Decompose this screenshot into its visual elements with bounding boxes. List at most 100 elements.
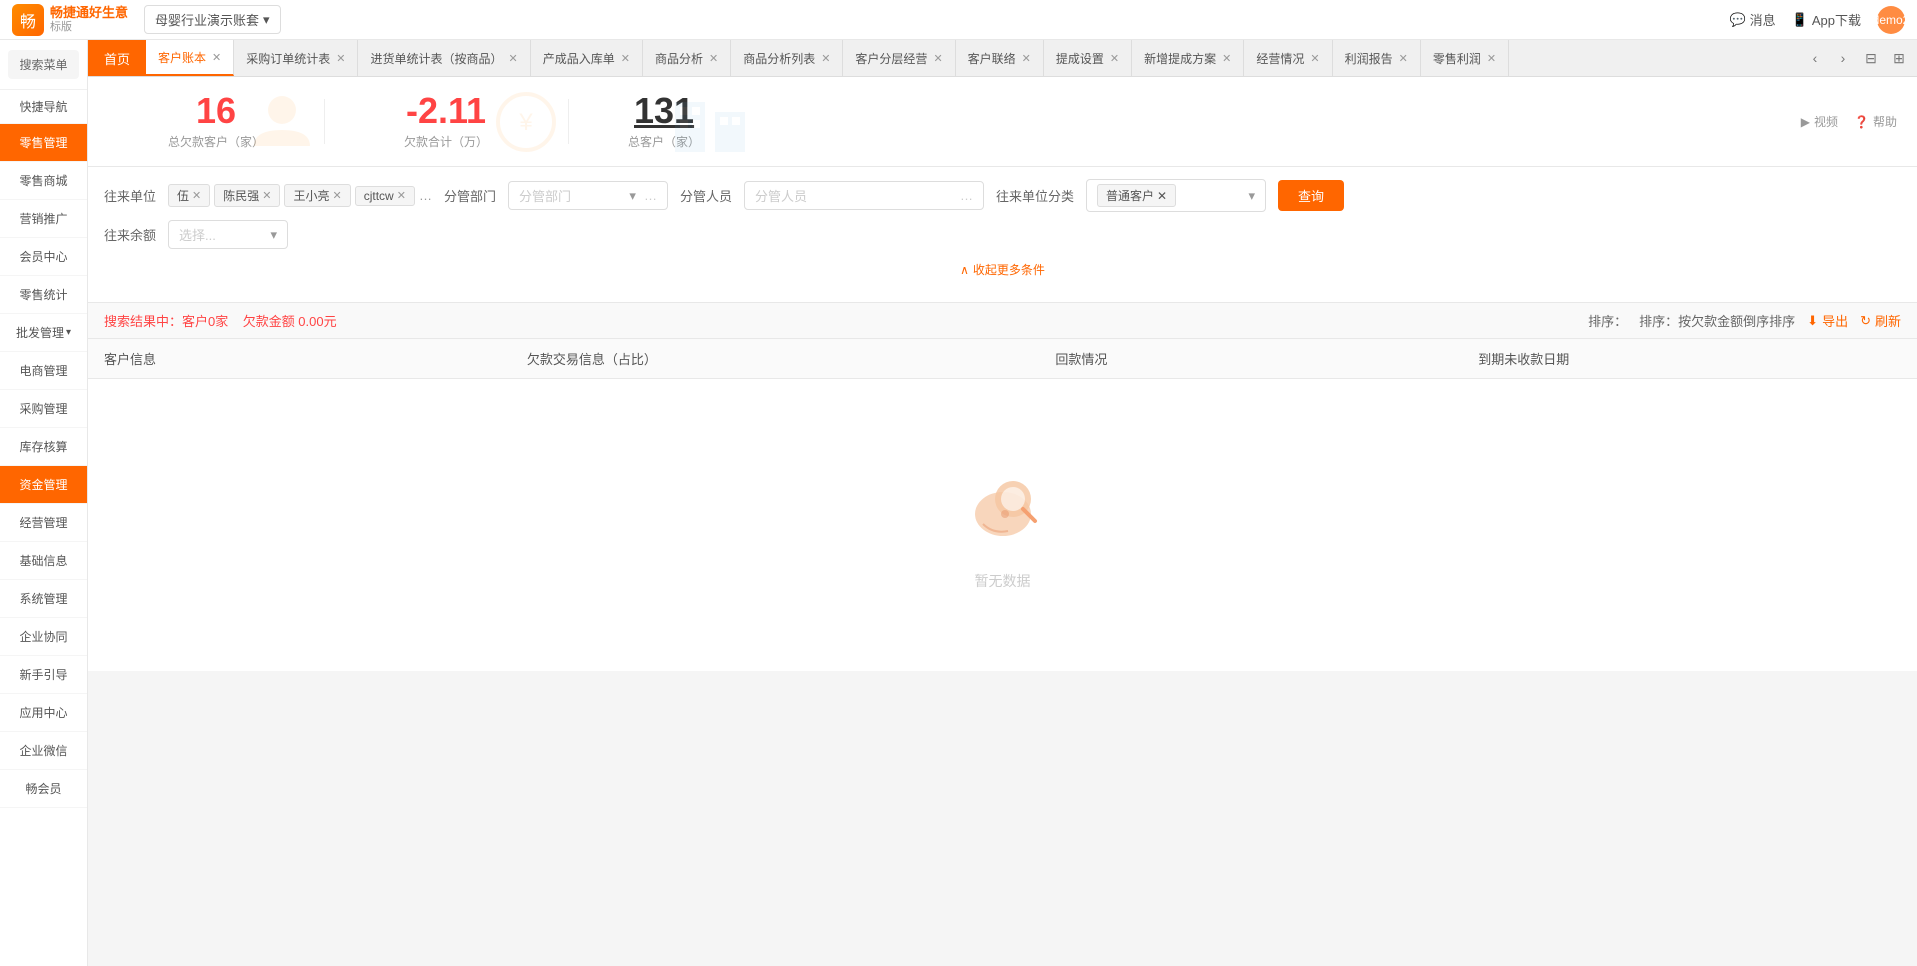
messages-button[interactable]: 💬 消息 [1729,10,1775,29]
tab-customer-contact[interactable]: 客户联络 ✕ [956,40,1044,76]
col-header-date: 到期未收款日期 [1478,349,1901,368]
tab-close-icon[interactable]: ✕ [821,52,830,65]
tab-home[interactable]: 首页 [88,40,146,76]
org-selector[interactable]: 母婴行业演示账套 ▾ [144,5,281,34]
tab-commission-settings[interactable]: 提成设置 ✕ [1044,40,1132,76]
chevron-down-icon: ▾ [270,227,277,243]
col-header-customer: 客户信息 [104,349,527,368]
tab-profit-report[interactable]: 利润报告 ✕ [1333,40,1421,76]
tab-finished-goods-receipt[interactable]: 产成品入库单 ✕ [531,40,643,76]
empty-text: 暂无数据 [975,571,1031,591]
unit-type-filter-select[interactable]: 普通客户 ✕ ▾ [1086,179,1266,212]
sidebar-item-retail-mall[interactable]: 零售商城 [0,162,87,200]
remove-unit-type-tag[interactable]: ✕ [1157,189,1167,203]
sidebar-item-system-mgmt[interactable]: 系统管理 [0,580,87,618]
tab-close-icon[interactable]: ✕ [1222,52,1231,65]
tab-retail-profit[interactable]: 零售利润 ✕ [1421,40,1509,76]
search-menu-button[interactable]: 搜索菜单 [8,50,79,79]
video-help-button[interactable]: ▶ 视频 [1801,113,1838,130]
table-header: 客户信息 欠款交易信息（占比） 回款情况 到期未收款日期 [88,339,1917,379]
header-left: 畅 畅捷通好生意 标版 母婴行业演示账套 ▾ [12,4,281,36]
tab-close-icon[interactable]: ✕ [336,52,345,65]
download-icon: 📱 [1792,12,1808,28]
export-button[interactable]: ⬇ 导出 [1807,311,1848,330]
clear-person-icon[interactable]: … [960,188,973,203]
person-filter-select[interactable]: 分管人员 … [744,181,984,210]
tab-close-icon[interactable]: ✕ [1487,52,1496,65]
remove-tag-wangxiaoliang[interactable]: ✕ [333,189,342,202]
filter-more-button[interactable]: … [419,188,432,203]
dept-filter-select[interactable]: 分管部门 ▾ … [508,181,668,210]
sidebar-item-wholesale-mgmt[interactable]: 批发管理 ▾ [0,314,87,352]
sidebar-item-enterprise-wechat[interactable]: 企业微信 [0,732,87,770]
person-filter-label: 分管人员 [680,186,732,205]
tab-customer-tier-ops[interactable]: 客户分层经营 ✕ [843,40,955,76]
tab-close-icon[interactable]: ✕ [933,52,942,65]
tab-product-analysis[interactable]: 商品分析 ✕ [643,40,731,76]
collapse-filter-button[interactable]: ∧ 收起更多条件 [952,257,1053,282]
query-button[interactable]: 查询 [1278,180,1344,211]
stat-customers-value: 16 [196,93,236,129]
tab-close-icon[interactable]: ✕ [1022,52,1031,65]
sidebar-item-member-app[interactable]: 畅会员 [0,770,87,808]
remove-tag-chenminqiang[interactable]: ✕ [262,189,271,202]
sidebar-item-inventory[interactable]: 库存核算 [0,428,87,466]
arrow-icon: ▾ [66,327,71,338]
sidebar-item-enterprise-collab[interactable]: 企业协同 [0,618,87,656]
sidebar-item-operations-mgmt[interactable]: 经营管理 [0,504,87,542]
remove-tag-wu[interactable]: ✕ [192,189,201,202]
tab-add-commission-plan[interactable]: 新增提成方案 ✕ [1132,40,1244,76]
tab-close-icon[interactable]: ✕ [709,52,718,65]
tab-maximize-button[interactable]: ⊞ [1887,46,1911,70]
sort-label: 排序： [1588,311,1627,330]
clear-dept-icon[interactable]: … [644,188,657,203]
sidebar-item-purchase-mgmt[interactable]: 采购管理 [0,390,87,428]
tab-scroll-left-button[interactable]: ‹ [1803,46,1827,70]
balance-filter-select[interactable]: 选择... ▾ [168,220,288,249]
tab-close-icon[interactable]: ✕ [509,52,518,65]
sidebar-item-member-center[interactable]: 会员中心 [0,238,87,276]
tab-purchase-stats-by-product[interactable]: 进货单统计表（按商品） ✕ [358,40,530,76]
help-button[interactable]: ❓ 帮助 [1854,113,1897,130]
tab-customer-ledger[interactable]: 客户账本 ✕ [146,40,234,76]
svg-text:¥: ¥ [518,109,533,136]
tab-close-icon[interactable]: ✕ [621,52,630,65]
filter-row-2: 往来余额 选择... ▾ [104,220,1901,249]
tab-scroll-right-button[interactable]: › [1831,46,1855,70]
sidebar-item-basic-info[interactable]: 基础信息 [0,542,87,580]
remove-tag-cjttcw[interactable]: ✕ [397,189,406,202]
sidebar-item-marketing[interactable]: 营销推广 [0,200,87,238]
empty-icon [953,459,1053,559]
tab-minimize-button[interactable]: ⊟ [1859,46,1883,70]
sidebar-item-retail-stats[interactable]: 零售统计 [0,276,87,314]
sidebar-item-retail-mgmt[interactable]: 零售管理 [0,124,87,162]
stat-debt-value: -2.11 [406,93,486,129]
header-right: 💬 消息 📱 App下载 demo2 [1729,6,1905,34]
chevron-down-icon: ▾ [263,12,270,28]
tab-close-icon[interactable]: ✕ [212,51,221,64]
tab-product-analysis-list[interactable]: 商品分析列表 ✕ [731,40,843,76]
sidebar-item-quick-nav[interactable]: 快捷导航 [0,90,87,124]
sidebar-item-newbie-guide[interactable]: 新手引导 [0,656,87,694]
app-download-button[interactable]: 📱 App下载 [1792,10,1861,29]
filter-tag-wu: 伍 ✕ [168,184,210,207]
tab-close-icon[interactable]: ✕ [1110,52,1119,65]
tab-business-status[interactable]: 经营情况 ✕ [1244,40,1332,76]
sidebar-item-ecommerce-mgmt[interactable]: 电商管理 [0,352,87,390]
balance-filter-label: 往来余额 [104,225,156,244]
refresh-button[interactable]: ↻ 刷新 [1860,311,1901,330]
sidebar-item-app-center[interactable]: 应用中心 [0,694,87,732]
empty-illustration [953,459,1053,559]
tab-close-icon[interactable]: ✕ [1399,52,1408,65]
stats-actions: ▶ 视频 ❓ 帮助 [1801,113,1897,130]
tab-close-icon[interactable]: ✕ [1310,52,1319,65]
sidebar-item-finance-mgmt[interactable]: 资金管理 [0,466,87,504]
dept-filter-label: 分管部门 [444,186,496,205]
result-actions: 排序： 排序：按欠款金额倒序排序 ⬇ 导出 ↻ 刷新 [1588,311,1901,330]
tab-purchase-order-stats[interactable]: 采购订单统计表 ✕ [234,40,358,76]
sort-selector[interactable]: 排序：按欠款金额倒序排序 [1639,311,1795,330]
top-header: 畅 畅捷通好生意 标版 母婴行业演示账套 ▾ 💬 消息 📱 App下载 demo… [0,0,1917,40]
result-bar: 搜索结果中：客户0家 欠款金额 0.00元 排序： 排序：按欠款金额倒序排序 ⬇… [88,303,1917,339]
sidebar: 搜索菜单 快捷导航 零售管理 零售商城 营销推广 会员中心 零售统计 批发管理 … [0,40,88,966]
avatar[interactable]: demo2 [1877,6,1905,34]
